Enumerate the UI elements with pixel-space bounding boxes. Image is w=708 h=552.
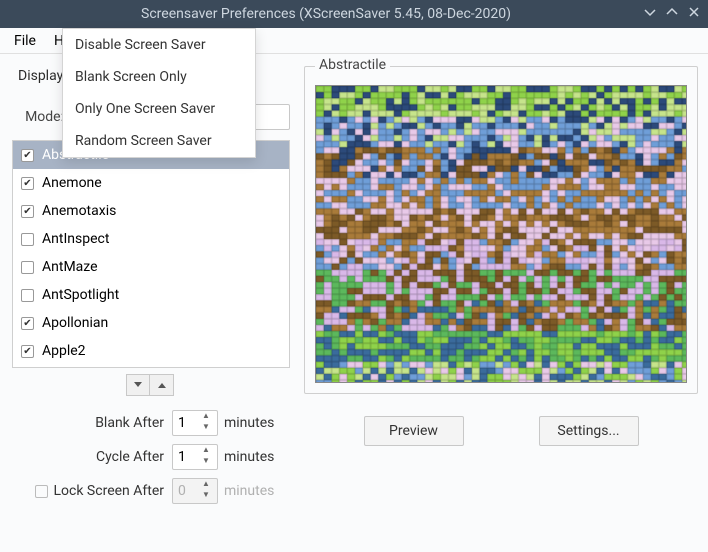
titlebar: Screensaver Preferences (XScreenSaver 5.… — [0, 0, 708, 28]
lock-after-label: Lock Screen After — [54, 483, 164, 499]
blank-after-row: Blank After ▲▼ minutes — [10, 410, 290, 436]
list-item-antspotlight[interactable]: ✔ AntSpotlight — [13, 281, 289, 309]
cycle-after-label: Cycle After — [10, 449, 172, 465]
list-item-label: AntMaze — [42, 259, 98, 275]
list-item-label: Apollonian — [42, 315, 108, 331]
checkbox-icon[interactable]: ✔ — [21, 261, 34, 274]
checkbox-icon[interactable]: ✔ — [21, 345, 34, 358]
blank-after-label: Blank After — [10, 415, 172, 431]
lock-after-row: Lock Screen After ▲▼ minutes — [10, 478, 290, 504]
checkbox-icon[interactable]: ✔ — [21, 149, 34, 162]
chevron-down-icon[interactable]: ▼ — [199, 423, 213, 434]
mode-dropdown-menu: Disable Screen Saver Blank Screen Only O… — [62, 28, 256, 158]
list-item-anemone[interactable]: ✔ Anemone — [13, 169, 289, 197]
chevron-down-icon[interactable]: ▼ — [199, 457, 213, 468]
checkbox-icon[interactable]: ✔ — [21, 289, 34, 302]
list-reorder-buttons — [10, 374, 290, 396]
close-icon[interactable] — [688, 6, 700, 22]
preview-frame: Abstractile — [304, 66, 698, 394]
screensaver-list[interactable]: ✔ Abstractile ✔ Anemone ✔ Anemotaxis ✔ A… — [12, 140, 290, 368]
blank-after-unit: minutes — [224, 415, 274, 431]
right-column: Abstractile Preview Settings... — [290, 62, 698, 540]
preview-canvas — [315, 85, 687, 383]
menu-file[interactable]: File — [6, 30, 44, 52]
maximize-icon[interactable] — [666, 6, 678, 22]
minimize-icon[interactable] — [644, 6, 656, 22]
list-item-antinspect[interactable]: ✔ AntInspect — [13, 225, 289, 253]
mode-option-random[interactable]: Random Screen Saver — [63, 125, 255, 157]
content-area: Disable Screen Saver Blank Screen Only O… — [0, 54, 708, 552]
move-up-button[interactable] — [150, 374, 174, 396]
list-item-label: AntInspect — [42, 231, 109, 247]
list-item-antmaze[interactable]: ✔ AntMaze — [13, 253, 289, 281]
mode-option-disable[interactable]: Disable Screen Saver — [63, 29, 255, 61]
list-item-label: Anemotaxis — [42, 203, 116, 219]
timing-section: Blank After ▲▼ minutes Cycle After ▲▼ mi… — [10, 410, 290, 512]
checkbox-icon[interactable]: ✔ — [21, 205, 34, 218]
list-item-apollonian[interactable]: ✔ Apollonian — [13, 309, 289, 337]
mode-option-only-one[interactable]: Only One Screen Saver — [63, 93, 255, 125]
cycle-after-unit: minutes — [224, 449, 274, 465]
list-item-label: AntSpotlight — [42, 287, 119, 303]
move-down-button[interactable] — [126, 374, 150, 396]
checkbox-icon[interactable]: ✔ — [21, 233, 34, 246]
checkbox-icon[interactable]: ✔ — [21, 317, 34, 330]
preview-button[interactable]: Preview — [364, 416, 464, 446]
list-item-anemotaxis[interactable]: ✔ Anemotaxis — [13, 197, 289, 225]
titlebar-buttons — [644, 6, 700, 22]
chevron-down-icon: ▼ — [199, 491, 213, 502]
lock-after-spinbox: ▲▼ — [172, 478, 218, 504]
window-title: Screensaver Preferences (XScreenSaver 5.… — [8, 6, 644, 22]
cycle-after-row: Cycle After ▲▼ minutes — [10, 444, 290, 470]
lock-checkbox[interactable] — [35, 485, 48, 498]
cycle-after-input[interactable] — [173, 449, 199, 465]
blank-after-spinbox[interactable]: ▲▼ — [172, 410, 218, 436]
button-row: Preview Settings... — [304, 394, 698, 446]
list-item-label: Anemone — [42, 175, 102, 191]
preview-legend: Abstractile — [315, 57, 390, 73]
blank-after-input[interactable] — [173, 415, 199, 431]
list-item-label: Apple2 — [42, 343, 86, 359]
cycle-after-spinbox[interactable]: ▲▼ — [172, 444, 218, 470]
list-item-apple2[interactable]: ✔ Apple2 — [13, 337, 289, 365]
lock-after-unit: minutes — [224, 483, 274, 499]
mode-option-blank-only[interactable]: Blank Screen Only — [63, 61, 255, 93]
checkbox-icon[interactable]: ✔ — [21, 177, 34, 190]
settings-button[interactable]: Settings... — [539, 416, 639, 446]
lock-after-input — [173, 483, 199, 499]
